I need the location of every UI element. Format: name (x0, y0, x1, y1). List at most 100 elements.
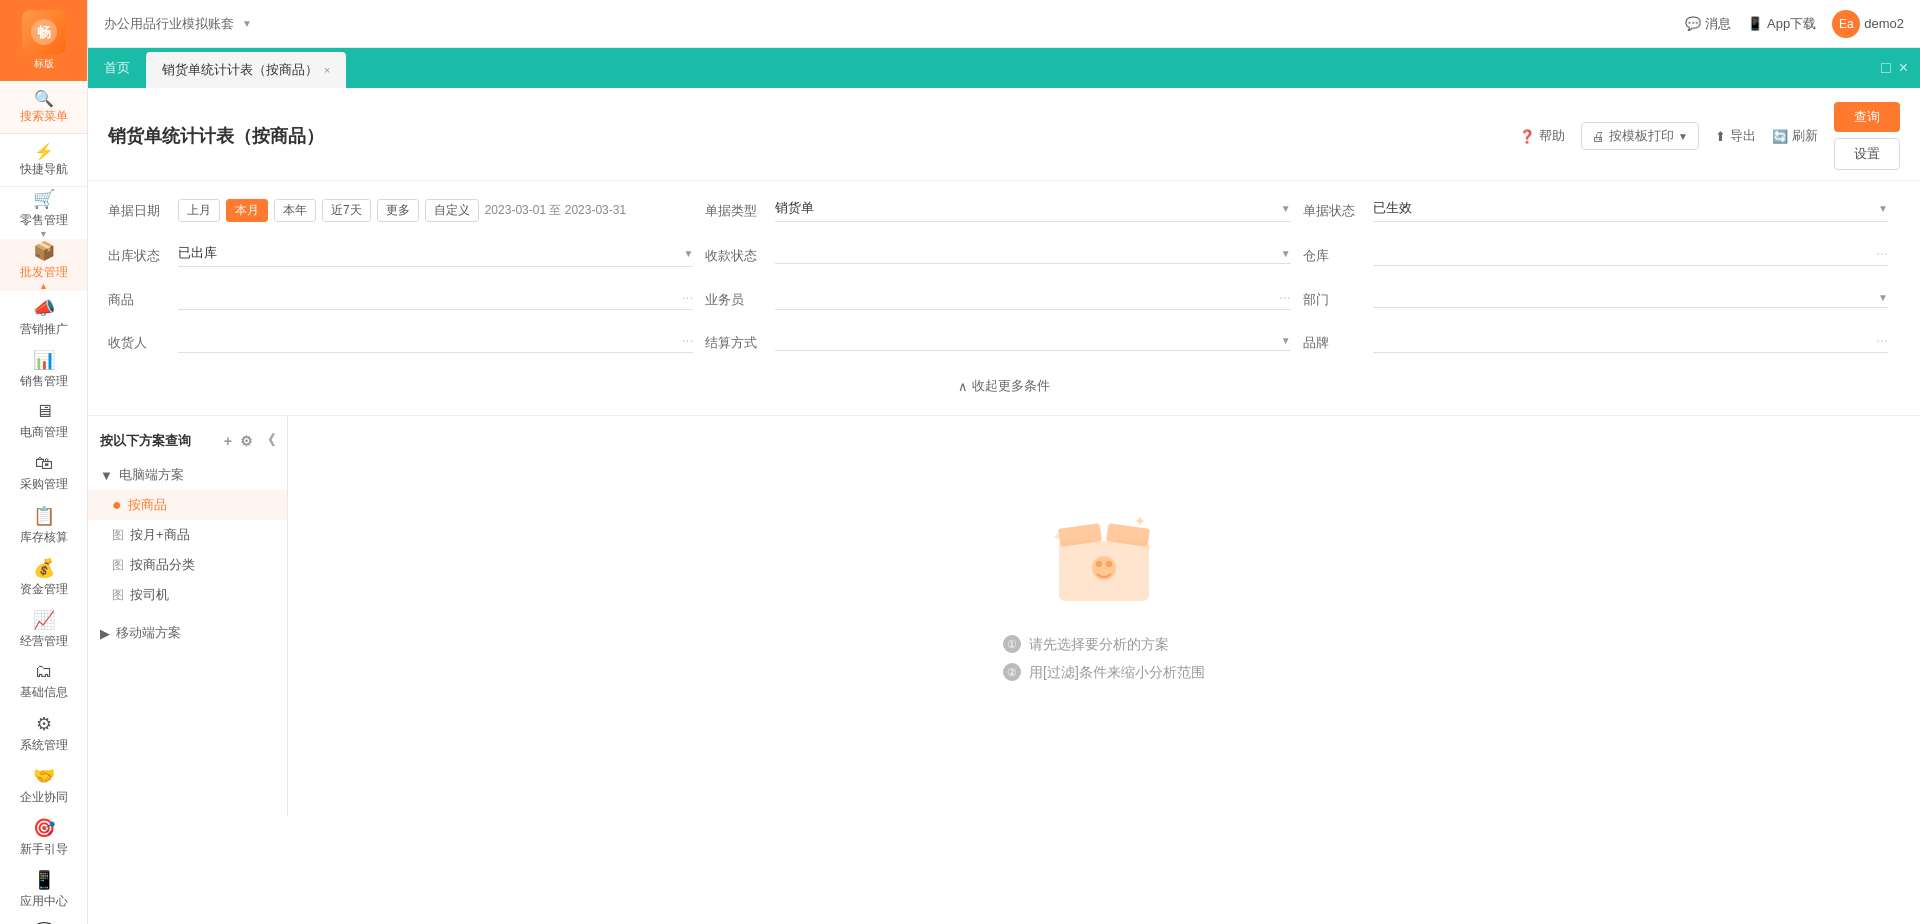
export-btn[interactable]: ⬆ 导出 (1715, 127, 1756, 145)
empty-state: ✦ ✦ ✦ ① 请先选择要分析的方案 (288, 416, 1920, 766)
filter-row-4: 收货人 ··· 结算方式 ▼ (108, 326, 1900, 359)
goods-input[interactable]: ··· (178, 289, 693, 310)
date-btn-this-year[interactable]: 本年 (274, 199, 316, 222)
user-menu[interactable]: Ea demo2 (1832, 10, 1904, 38)
status-select[interactable]: 已生效 ▼ (1373, 199, 1888, 222)
sidebar-item-finance[interactable]: 💰 资金管理 (0, 551, 87, 603)
tree-icon-2: 图 (112, 557, 124, 574)
warehouse-dots[interactable]: ··· (1876, 245, 1888, 261)
mobile-section-title[interactable]: ▶ 移动端方案 (88, 618, 287, 648)
date-btn-7days[interactable]: 近7天 (322, 199, 371, 222)
hint-2: ② 用[过滤]条件来缩小分析范围 (1003, 658, 1205, 686)
query-button[interactable]: 查询 (1834, 102, 1900, 132)
svg-text:✦: ✦ (1134, 513, 1146, 529)
empty-svg: ✦ ✦ ✦ (1034, 496, 1174, 606)
payment-select[interactable]: ▼ (775, 248, 1290, 264)
top-header: 办公用品行业模拟账套 ▼ 💬 消息 📱 App下载 Ea demo2 (88, 0, 1920, 48)
pc-section-title[interactable]: ▼ 电脑端方案 (88, 460, 287, 490)
settlement-select[interactable]: ▼ (775, 335, 1290, 351)
svg-point-7 (1106, 561, 1112, 567)
date-btn-this-month[interactable]: 本月 (226, 199, 268, 222)
date-btn-last-month[interactable]: 上月 (178, 199, 220, 222)
sidebar-item-system[interactable]: ⚙ 系统管理 (0, 707, 87, 759)
tab-home[interactable]: 首页 (88, 48, 146, 88)
sidebar-search-item[interactable]: 🔍 搜索菜单 (0, 81, 87, 134)
app-download-btn[interactable]: 📱 App下载 (1747, 15, 1816, 33)
tree-item-by-month-goods[interactable]: 图 按月+商品 (88, 520, 287, 550)
collapse-panel-btn[interactable]: 《 (261, 432, 275, 450)
sidebar-item-ecommerce[interactable]: 🖥 电商管理 (0, 395, 87, 447)
hint-1-num: ① (1003, 635, 1021, 653)
sidebar-quick-item[interactable]: ⚡ 快捷导航 (0, 134, 87, 187)
message-btn[interactable]: 💬 消息 (1685, 15, 1731, 33)
tree-expand-icon: ▼ (100, 468, 113, 483)
sidebar-item-wxwork[interactable]: 💬 企业微信 (0, 915, 87, 924)
sidebar-item-wholesale[interactable]: 📦 批发管理 ▲ (0, 239, 87, 291)
help-btn[interactable]: ❓ 帮助 (1519, 127, 1565, 145)
date-btn-more[interactable]: 更多 (377, 199, 419, 222)
tab-bar: 首页 销货单统计计表（按商品） × □ × (88, 48, 1920, 88)
page-content: 销货单统计计表（按商品） ❓ 帮助 🖨 按模板打印 ▼ ⬆ (88, 88, 1920, 924)
close-window-icon[interactable]: × (1899, 59, 1908, 77)
sidebar-item-enterprise[interactable]: 🤝 企业协同 (0, 759, 87, 811)
tree-item-by-goods[interactable]: ● 按商品 (88, 490, 287, 520)
print-btn[interactable]: 🖨 按模板打印 ▼ (1581, 122, 1699, 150)
industry-dropdown-arrow[interactable]: ▼ (242, 18, 252, 29)
sidebar: 畅 标版 🔍 搜索菜单 ⚡ 快捷导航 🛒 零售管理 ▼ 📦 批发管理 (0, 0, 88, 924)
tab-close-btn[interactable]: × (324, 64, 330, 76)
staff-dots[interactable]: ··· (1279, 289, 1291, 305)
logo-subtitle: 标版 (34, 57, 54, 71)
help-icon: ❓ (1519, 129, 1535, 144)
add-scheme-btn[interactable]: + (224, 433, 232, 449)
collapse-btn[interactable]: ∧ 收起更多条件 (950, 369, 1058, 403)
collapse-up-icon: ∧ (958, 379, 968, 394)
out-status-arrow: ▼ (683, 248, 693, 259)
type-select[interactable]: 销货单 ▼ (775, 199, 1290, 222)
sidebar-item-guide[interactable]: 🎯 新手引导 (0, 811, 87, 863)
tree-item-by-driver[interactable]: 图 按司机 (88, 580, 287, 610)
setting-button[interactable]: 设置 (1834, 138, 1900, 170)
sidebar-item-appstore[interactable]: 📱 应用中心 (0, 863, 87, 915)
brand-input[interactable]: ··· (1373, 332, 1888, 353)
type-dropdown-arrow: ▼ (1281, 203, 1291, 214)
sidebar-item-retail[interactable]: 🛒 零售管理 ▼ (0, 187, 87, 239)
sidebar-item-marketing[interactable]: 📣 营销推广 (0, 291, 87, 343)
sidebar-item-basic[interactable]: 🗂 基础信息 (0, 655, 87, 707)
tab-active[interactable]: 销货单统计计表（按商品） × (146, 52, 346, 88)
sidebar-item-operations[interactable]: 📈 经营管理 (0, 603, 87, 655)
tree-expand-icon-mobile: ▶ (100, 626, 110, 641)
avatar: Ea (1832, 10, 1860, 38)
sidebar-item-purchase[interactable]: 🛍 采购管理 (0, 447, 87, 499)
dept-arrow: ▼ (1878, 292, 1888, 303)
out-status-label: 出库状态 (108, 247, 178, 265)
dept-select[interactable]: ▼ (1373, 292, 1888, 308)
filter-row-2: 出库状态 已出库 ▼ 收款状态 ▼ (108, 238, 1900, 273)
refresh-btn[interactable]: 🔄 刷新 (1772, 127, 1818, 145)
warehouse-input[interactable]: ··· (1373, 245, 1888, 266)
receiver-input[interactable]: ··· (178, 332, 693, 353)
receiver-dots[interactable]: ··· (682, 332, 694, 348)
left-panel-header: 按以下方案查询 + ⚙ 《 (88, 426, 287, 456)
goods-label: 商品 (108, 291, 178, 309)
sidebar-item-inventory[interactable]: 📋 库存核算 (0, 499, 87, 551)
sidebar-item-sales[interactable]: 📊 销售管理 (0, 343, 87, 395)
out-status-select[interactable]: 已出库 ▼ (178, 244, 693, 267)
date-range: 2023-03-01 至 2023-03-31 (485, 202, 626, 219)
edit-scheme-btn[interactable]: ⚙ (240, 433, 253, 449)
settlement-arrow: ▼ (1281, 335, 1291, 346)
tree-item-by-category[interactable]: 图 按商品分类 (88, 550, 287, 580)
date-btn-custom[interactable]: 自定义 (425, 199, 479, 222)
goods-filter-cell: 商品 ··· (108, 283, 705, 316)
mobile-section-label: 移动端方案 (116, 624, 181, 642)
minimize-icon[interactable]: □ (1881, 59, 1891, 77)
staff-label: 业务员 (705, 291, 775, 309)
staff-input[interactable]: ··· (775, 289, 1290, 310)
goods-dots[interactable]: ··· (682, 289, 694, 305)
brand-dots[interactable]: ··· (1876, 332, 1888, 348)
svg-text:✦: ✦ (1052, 530, 1062, 544)
receiver-filter-cell: 收货人 ··· (108, 326, 705, 359)
print-icon: 🖨 (1592, 129, 1605, 144)
filter-row-1: 单据日期 上月 本月 本年 近7天 更多 自定义 2023-03-01 至 20… (108, 193, 1900, 228)
settlement-filter-cell: 结算方式 ▼ (705, 326, 1302, 359)
pc-section-label: 电脑端方案 (119, 466, 184, 484)
